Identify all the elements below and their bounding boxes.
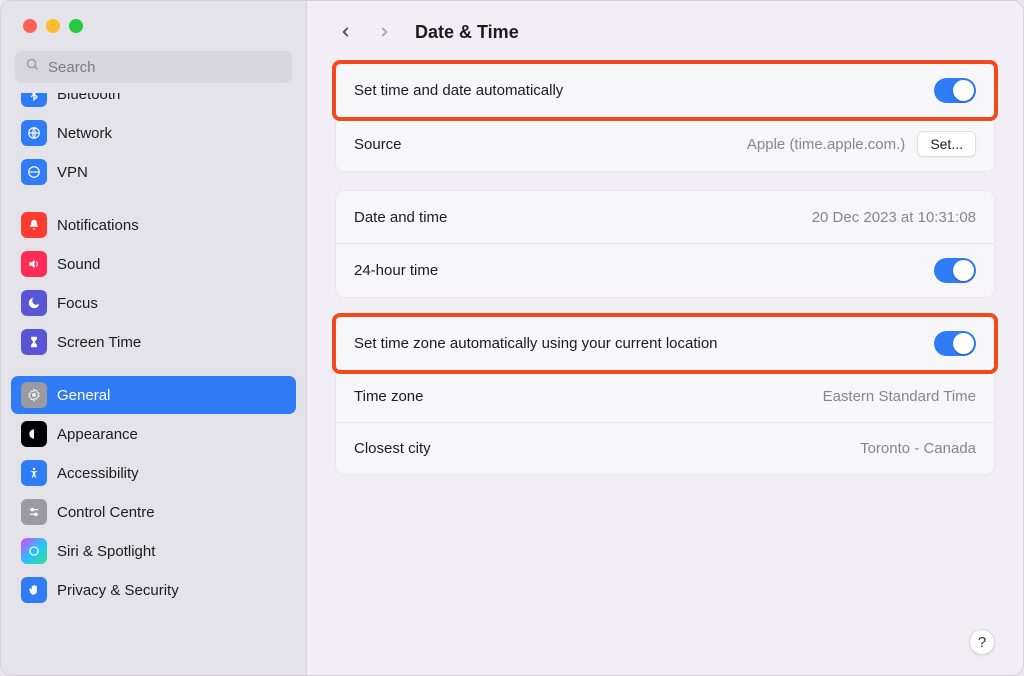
sidebar-item-label: Notifications bbox=[57, 217, 139, 234]
row-label: Closest city bbox=[354, 440, 431, 457]
row-date-and-time: Date and time 20 Dec 2023 at 10:31:08 bbox=[336, 191, 994, 243]
sidebar-item-label: Siri & Spotlight bbox=[57, 543, 155, 560]
sidebar-item-network[interactable]: Network bbox=[11, 114, 296, 152]
row-source: Source Apple (time.apple.com.) Set... bbox=[336, 117, 994, 171]
sidebar-item-label: Screen Time bbox=[57, 334, 141, 351]
row-label: Set time zone automatically using your c… bbox=[354, 335, 718, 352]
row-set-time-automatically: Set time and date automatically bbox=[336, 64, 994, 117]
sidebar-item-notifications[interactable]: Notifications bbox=[11, 206, 296, 244]
minimize-window-button[interactable] bbox=[46, 19, 60, 33]
bluetooth-icon bbox=[21, 93, 47, 107]
gear-icon bbox=[21, 382, 47, 408]
forward-button[interactable] bbox=[373, 21, 395, 43]
close-window-button[interactable] bbox=[23, 19, 37, 33]
search-input[interactable] bbox=[48, 59, 282, 76]
search-icon bbox=[25, 57, 40, 77]
sidebar-item-bluetooth[interactable]: Bluetooth bbox=[11, 93, 296, 113]
set-source-button[interactable]: Set... bbox=[917, 131, 976, 157]
moon-icon bbox=[21, 290, 47, 316]
sidebar-item-label: Bluetooth bbox=[57, 93, 120, 103]
highlight-auto-tz: Set time zone automatically using your c… bbox=[332, 313, 998, 374]
siri-icon bbox=[21, 538, 47, 564]
main-panel: Date & Time Set time and date automatica… bbox=[307, 1, 1023, 675]
sidebar: Bluetooth Network VPN Notifications Soun… bbox=[1, 1, 307, 675]
highlight-auto-time: Set time and date automatically bbox=[332, 60, 998, 121]
bell-icon bbox=[21, 212, 47, 238]
group-auto-time: Set time and date automatically Source A… bbox=[335, 63, 995, 172]
sidebar-item-label: Network bbox=[57, 125, 112, 142]
sidebar-item-privacy[interactable]: Privacy & Security bbox=[11, 571, 296, 609]
row-set-timezone-automatically: Set time zone automatically using your c… bbox=[336, 317, 994, 370]
vpn-icon bbox=[21, 159, 47, 185]
window-controls bbox=[1, 1, 306, 47]
page-title: Date & Time bbox=[415, 22, 519, 43]
zoom-window-button[interactable] bbox=[69, 19, 83, 33]
toggle-24-hour[interactable] bbox=[934, 258, 976, 283]
source-value: Apple (time.apple.com.) bbox=[747, 136, 905, 153]
row-label: 24-hour time bbox=[354, 262, 438, 279]
datetime-value: 20 Dec 2023 at 10:31:08 bbox=[812, 209, 976, 226]
sidebar-item-appearance[interactable]: Appearance bbox=[11, 415, 296, 453]
sidebar-item-label: General bbox=[57, 387, 110, 404]
sidebar-item-focus[interactable]: Focus bbox=[11, 284, 296, 322]
sidebar-item-label: Privacy & Security bbox=[57, 582, 179, 599]
group-datetime: Date and time 20 Dec 2023 at 10:31:08 24… bbox=[335, 190, 995, 298]
hand-icon bbox=[21, 577, 47, 603]
sidebar-item-label: Accessibility bbox=[57, 465, 139, 482]
group-timezone: Set time zone automatically using your c… bbox=[335, 316, 995, 475]
appearance-icon bbox=[21, 421, 47, 447]
timezone-value: Eastern Standard Time bbox=[823, 388, 976, 405]
sidebar-item-label: Focus bbox=[57, 295, 98, 312]
help-button[interactable]: ? bbox=[969, 629, 995, 655]
sidebar-item-label: Control Centre bbox=[57, 504, 155, 521]
sidebar-item-accessibility[interactable]: Accessibility bbox=[11, 454, 296, 492]
hourglass-icon bbox=[21, 329, 47, 355]
header: Date & Time bbox=[307, 1, 1023, 59]
sidebar-item-sound[interactable]: Sound bbox=[11, 245, 296, 283]
toggle-auto-time[interactable] bbox=[934, 78, 976, 103]
sidebar-item-control-centre[interactable]: Control Centre bbox=[11, 493, 296, 531]
sidebar-item-label: VPN bbox=[57, 164, 88, 181]
sidebar-item-screen-time[interactable]: Screen Time bbox=[11, 323, 296, 361]
row-label: Source bbox=[354, 136, 402, 153]
content: Set time and date automatically Source A… bbox=[307, 59, 1023, 513]
row-time-zone: Time zone Eastern Standard Time bbox=[336, 370, 994, 422]
row-24-hour-time: 24-hour time bbox=[336, 243, 994, 297]
row-label: Date and time bbox=[354, 209, 447, 226]
search-field[interactable] bbox=[15, 51, 292, 83]
network-icon bbox=[21, 120, 47, 146]
settings-window: Bluetooth Network VPN Notifications Soun… bbox=[0, 0, 1024, 676]
back-button[interactable] bbox=[335, 21, 357, 43]
sidebar-item-general[interactable]: General bbox=[11, 376, 296, 414]
toggle-auto-timezone[interactable] bbox=[934, 331, 976, 356]
sidebar-item-label: Appearance bbox=[57, 426, 138, 443]
city-value: Toronto - Canada bbox=[860, 440, 976, 457]
sliders-icon bbox=[21, 499, 47, 525]
sidebar-item-vpn[interactable]: VPN bbox=[11, 153, 296, 191]
row-label: Time zone bbox=[354, 388, 423, 405]
sidebar-item-siri[interactable]: Siri & Spotlight bbox=[11, 532, 296, 570]
row-label: Set time and date automatically bbox=[354, 82, 563, 99]
speaker-icon bbox=[21, 251, 47, 277]
row-closest-city: Closest city Toronto - Canada bbox=[336, 422, 994, 474]
sidebar-nav: Bluetooth Network VPN Notifications Soun… bbox=[1, 93, 306, 675]
accessibility-icon bbox=[21, 460, 47, 486]
sidebar-item-label: Sound bbox=[57, 256, 100, 273]
